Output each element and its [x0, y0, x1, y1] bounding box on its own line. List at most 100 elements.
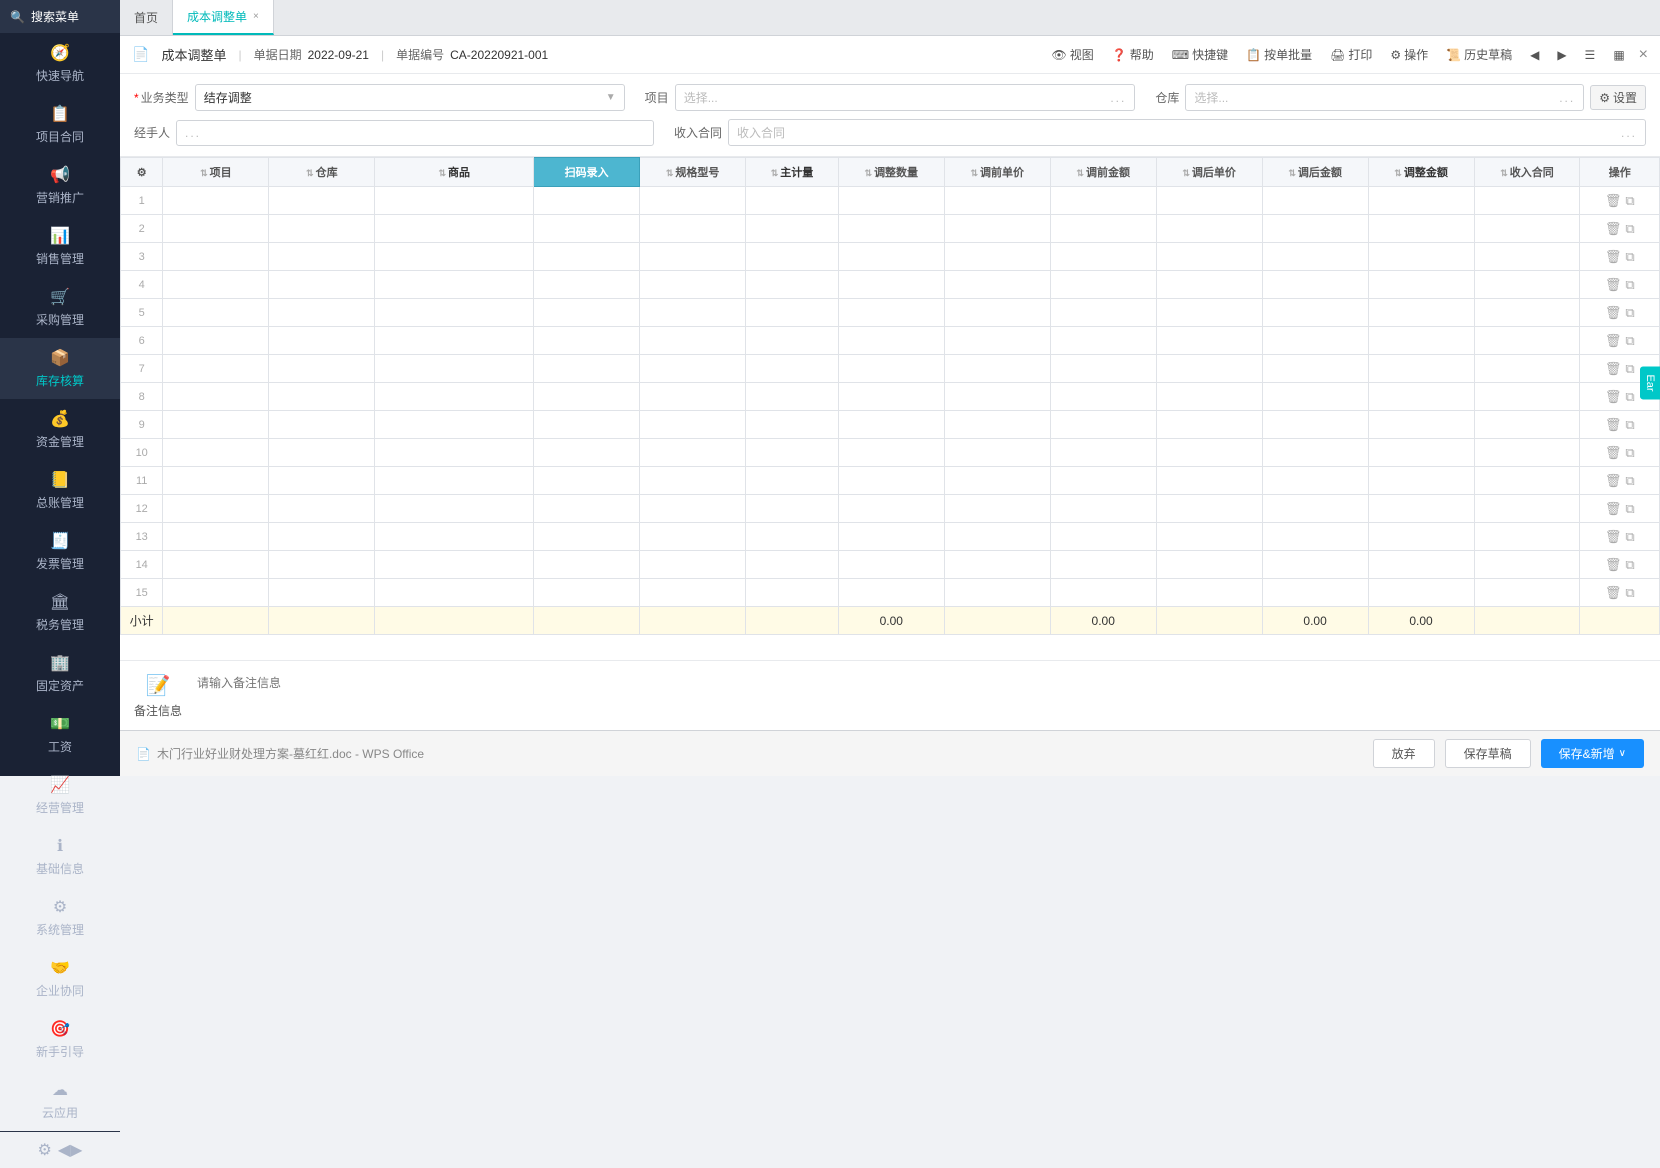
- table-cell[interactable]: [1474, 495, 1580, 523]
- project-input[interactable]: 选择... ...: [675, 84, 1136, 111]
- save-new-button[interactable]: 保存&新增 ∨: [1541, 739, 1644, 768]
- table-cell[interactable]: [1474, 439, 1580, 467]
- table-cell[interactable]: [838, 271, 944, 299]
- table-cell[interactable]: [746, 271, 839, 299]
- table-cell[interactable]: [1156, 355, 1262, 383]
- table-cell[interactable]: [269, 495, 375, 523]
- table-cell[interactable]: [1368, 439, 1474, 467]
- table-cell[interactable]: [375, 411, 534, 439]
- table-cell[interactable]: [1156, 327, 1262, 355]
- copy-row-btn[interactable]: ⧉: [1625, 445, 1634, 461]
- history-btn[interactable]: 📜 历史草稿: [1442, 44, 1516, 65]
- table-cell[interactable]: [1156, 523, 1262, 551]
- table-cell[interactable]: [838, 187, 944, 215]
- table-cell[interactable]: [1368, 551, 1474, 579]
- table-cell[interactable]: [944, 439, 1050, 467]
- table-cell[interactable]: [1262, 551, 1368, 579]
- table-cell[interactable]: [375, 551, 534, 579]
- table-cell[interactable]: [1474, 243, 1580, 271]
- table-cell[interactable]: [1262, 271, 1368, 299]
- table-cell[interactable]: [269, 523, 375, 551]
- delete-row-btn[interactable]: 🗑: [1605, 501, 1622, 517]
- table-cell[interactable]: [375, 327, 534, 355]
- table-row[interactable]: 13🗑⧉: [121, 523, 1660, 551]
- table-cell[interactable]: [1262, 243, 1368, 271]
- table-cell[interactable]: [534, 243, 640, 271]
- table-cell[interactable]: [838, 215, 944, 243]
- table-cell[interactable]: [1050, 299, 1156, 327]
- col-adj-amount[interactable]: 调整金额: [1368, 158, 1474, 187]
- table-cell[interactable]: [640, 243, 746, 271]
- col-unit[interactable]: 主计量: [746, 158, 839, 187]
- sidebar-item-fixed-assets[interactable]: 🏢 固定资产: [0, 643, 120, 704]
- table-cell[interactable]: [944, 411, 1050, 439]
- table-cell[interactable]: [269, 243, 375, 271]
- table-cell[interactable]: [269, 439, 375, 467]
- delete-row-btn[interactable]: 🗑: [1605, 305, 1622, 321]
- table-cell[interactable]: [163, 551, 269, 579]
- table-cell[interactable]: [163, 579, 269, 607]
- table-cell[interactable]: [944, 467, 1050, 495]
- table-cell[interactable]: [1050, 355, 1156, 383]
- table-row[interactable]: 14🗑⧉: [121, 551, 1660, 579]
- table-cell[interactable]: [269, 411, 375, 439]
- table-cell[interactable]: [746, 355, 839, 383]
- delete-row-btn[interactable]: 🗑: [1605, 193, 1622, 209]
- toggle-sidebar-icon[interactable]: ◀▶: [58, 1140, 83, 1160]
- table-cell[interactable]: [375, 495, 534, 523]
- col-project[interactable]: 项目: [163, 158, 269, 187]
- table-cell[interactable]: [1474, 327, 1580, 355]
- table-cell[interactable]: [746, 411, 839, 439]
- table-cell[interactable]: [163, 355, 269, 383]
- table-container[interactable]: ⚙ 项目 仓库 商品 扫码录入 规格型号 主计量 调整数量 调前单价 调前金额 …: [120, 157, 1660, 660]
- table-cell[interactable]: [838, 523, 944, 551]
- list-view-btn[interactable]: ☰: [1581, 46, 1600, 64]
- table-cell[interactable]: [163, 411, 269, 439]
- col-scan[interactable]: 扫码录入: [534, 158, 640, 187]
- copy-row-btn[interactable]: ⧉: [1625, 221, 1634, 237]
- table-cell[interactable]: [534, 215, 640, 243]
- table-cell[interactable]: [1156, 215, 1262, 243]
- table-cell[interactable]: [534, 383, 640, 411]
- close-panel-btn[interactable]: ×: [1639, 46, 1648, 64]
- copy-row-btn[interactable]: ⧉: [1625, 249, 1634, 265]
- table-cell[interactable]: [944, 579, 1050, 607]
- table-cell[interactable]: [838, 467, 944, 495]
- delete-row-btn[interactable]: 🗑: [1605, 333, 1622, 349]
- table-cell[interactable]: [163, 495, 269, 523]
- copy-row-btn[interactable]: ⧉: [1625, 277, 1634, 293]
- table-cell[interactable]: [1156, 187, 1262, 215]
- table-cell[interactable]: [944, 187, 1050, 215]
- sidebar-item-ops-mgmt[interactable]: 📈 经营管理: [0, 765, 120, 826]
- table-cell[interactable]: [944, 215, 1050, 243]
- table-cell[interactable]: [944, 243, 1050, 271]
- table-cell[interactable]: [1474, 551, 1580, 579]
- table-cell[interactable]: [163, 243, 269, 271]
- table-cell[interactable]: [1474, 299, 1580, 327]
- table-cell[interactable]: [375, 439, 534, 467]
- col-before-price[interactable]: 调前单价: [944, 158, 1050, 187]
- table-cell[interactable]: [269, 383, 375, 411]
- table-cell[interactable]: [1474, 215, 1580, 243]
- table-row[interactable]: 8🗑⧉: [121, 383, 1660, 411]
- table-cell[interactable]: [640, 439, 746, 467]
- table-cell[interactable]: [640, 411, 746, 439]
- tab-home[interactable]: 首页: [120, 0, 173, 35]
- nav-next-btn[interactable]: ▶: [1553, 46, 1570, 64]
- table-cell[interactable]: [1262, 355, 1368, 383]
- col-warehouse[interactable]: 仓库: [269, 158, 375, 187]
- table-cell[interactable]: [1050, 523, 1156, 551]
- table-cell[interactable]: [1368, 243, 1474, 271]
- sidebar-item-basic-info[interactable]: ℹ 基础信息: [0, 826, 120, 887]
- bottom-wps-taskbar[interactable]: 📄 木门行业好业财处理方案-墓红红.doc - WPS Office: [136, 745, 424, 762]
- table-cell[interactable]: [1262, 215, 1368, 243]
- table-cell[interactable]: [163, 215, 269, 243]
- table-cell[interactable]: [163, 467, 269, 495]
- sidebar-item-enterprise-coop[interactable]: 🤝 企业协同: [0, 948, 120, 1009]
- table-cell[interactable]: [1368, 299, 1474, 327]
- table-cell[interactable]: [375, 579, 534, 607]
- table-cell[interactable]: [375, 383, 534, 411]
- copy-row-btn[interactable]: ⧉: [1625, 389, 1634, 405]
- table-cell[interactable]: [746, 579, 839, 607]
- table-cell[interactable]: [375, 467, 534, 495]
